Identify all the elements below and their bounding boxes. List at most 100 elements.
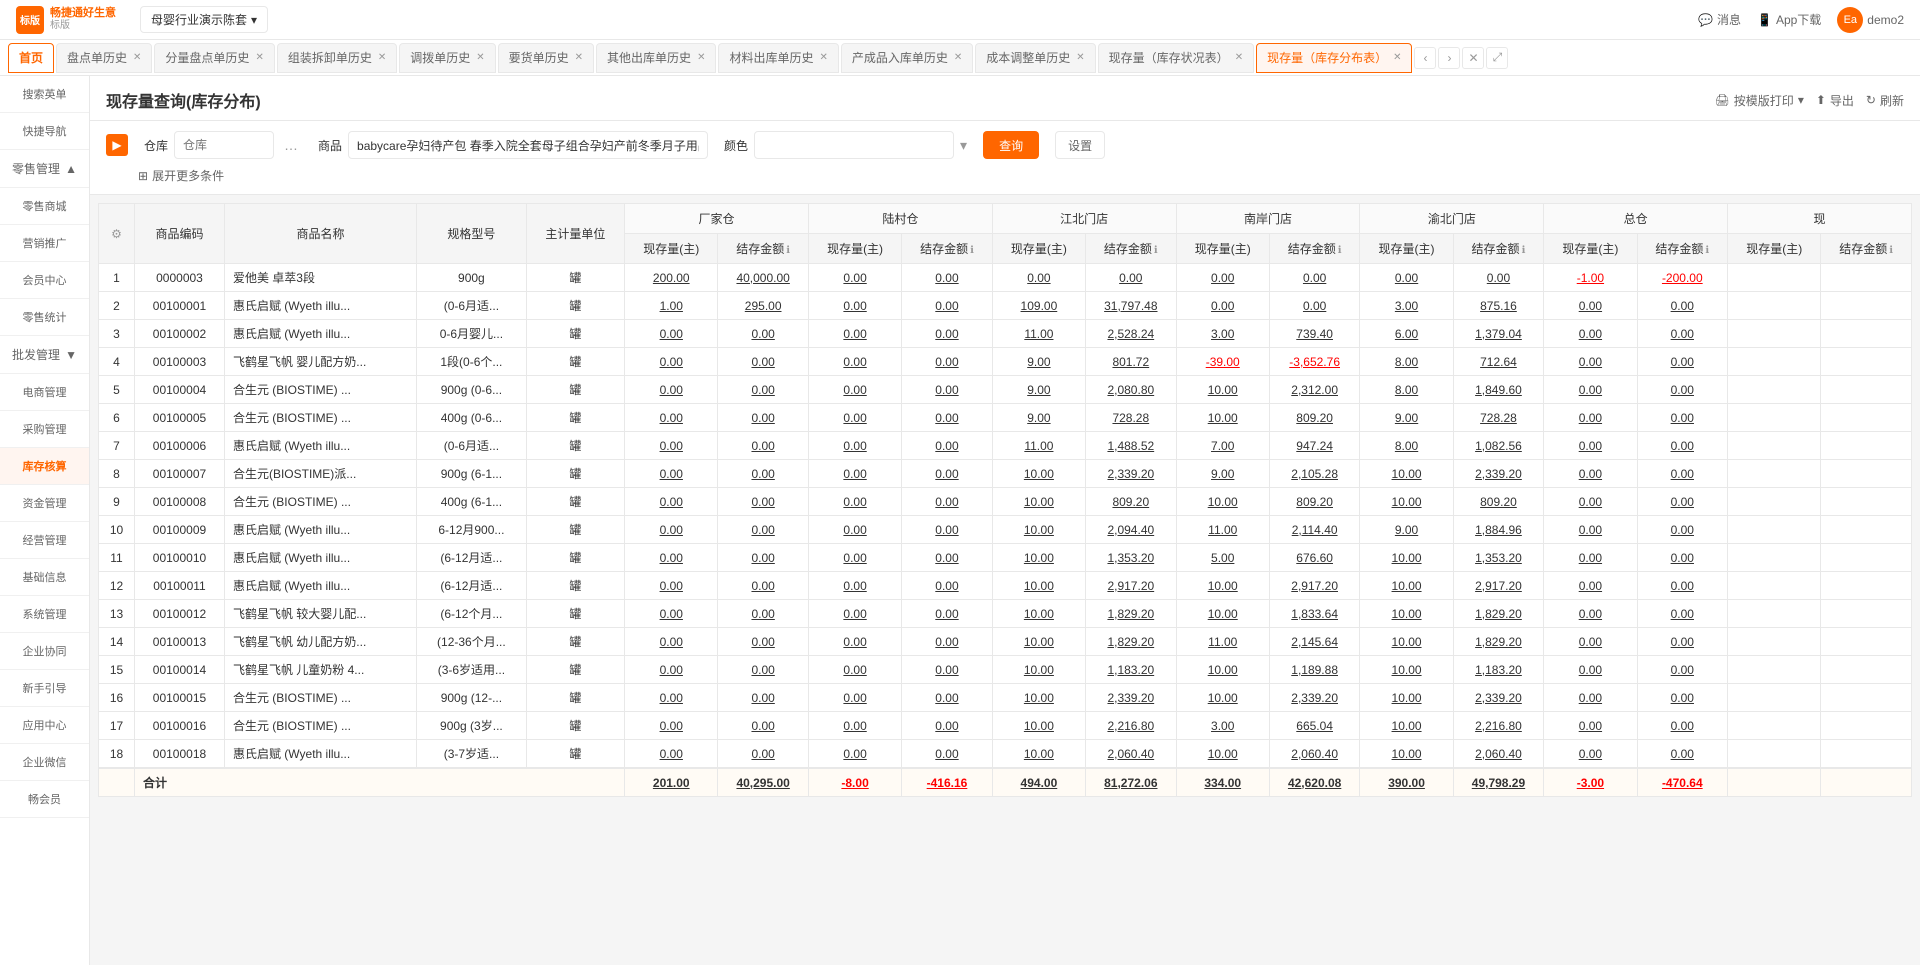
cell-qty-3[interactable]: 10.00 bbox=[1176, 488, 1269, 516]
cell-qty-0[interactable]: 0.00 bbox=[625, 404, 718, 432]
sidebar-item-inventory[interactable]: 库存核算 bbox=[0, 448, 89, 485]
settings-button[interactable]: 设置 bbox=[1055, 131, 1105, 159]
cell-qty-5[interactable]: 0.00 bbox=[1544, 628, 1637, 656]
collapse-btn[interactable]: ▶ bbox=[106, 134, 128, 156]
cell-qty-0[interactable]: 0.00 bbox=[625, 712, 718, 740]
cell-qty-4[interactable]: 10.00 bbox=[1360, 544, 1453, 572]
cell-qty-extra[interactable] bbox=[1728, 292, 1821, 320]
cell-qty-5[interactable]: 0.00 bbox=[1544, 544, 1637, 572]
tab-close-icon[interactable]: ✕ bbox=[819, 52, 827, 63]
cell-qty-3[interactable]: 10.00 bbox=[1176, 376, 1269, 404]
cell-qty-5[interactable]: 0.00 bbox=[1544, 712, 1637, 740]
cell-qty-0[interactable]: 0.00 bbox=[625, 376, 718, 404]
tab-inventory-count[interactable]: 盘点单历史 ✕ bbox=[56, 43, 152, 73]
cell-qty-extra[interactable] bbox=[1728, 572, 1821, 600]
cell-qty-3[interactable]: 11.00 bbox=[1176, 628, 1269, 656]
tab-transfer[interactable]: 调拨单历史 ✕ bbox=[399, 43, 495, 73]
sidebar-item-app-center[interactable]: 应用中心 bbox=[0, 707, 89, 744]
message-btn[interactable]: 💬 消息 bbox=[1698, 11, 1741, 28]
cell-qty-extra[interactable] bbox=[1728, 712, 1821, 740]
tab-material-out[interactable]: 材料出库单历史 ✕ bbox=[718, 43, 838, 73]
tab-order[interactable]: 要货单历史 ✕ bbox=[498, 43, 594, 73]
cell-qty-4[interactable]: 0.00 bbox=[1360, 264, 1453, 292]
cell-qty-1[interactable]: 0.00 bbox=[808, 684, 901, 712]
cell-qty-3[interactable]: 10.00 bbox=[1176, 600, 1269, 628]
info-icon[interactable]: ℹ bbox=[1705, 245, 1709, 256]
cell-qty-3[interactable]: 10.00 bbox=[1176, 740, 1269, 769]
tab-cost-adjust[interactable]: 成本调整单历史 ✕ bbox=[975, 43, 1095, 73]
cell-qty-0[interactable]: 1.00 bbox=[625, 292, 718, 320]
cell-qty-4[interactable]: 10.00 bbox=[1360, 572, 1453, 600]
cell-qty-1[interactable]: 0.00 bbox=[808, 264, 901, 292]
cell-qty-2[interactable]: 9.00 bbox=[992, 404, 1085, 432]
cell-qty-3[interactable]: 0.00 bbox=[1176, 264, 1269, 292]
cell-qty-4[interactable]: 6.00 bbox=[1360, 320, 1453, 348]
tab-assemble[interactable]: 组装拆卸单历史 ✕ bbox=[277, 43, 397, 73]
info-icon[interactable]: ℹ bbox=[970, 245, 974, 256]
info-icon[interactable]: ℹ bbox=[1154, 245, 1158, 256]
sidebar-item-ecommerce[interactable]: 电商管理 bbox=[0, 374, 89, 411]
cell-qty-extra[interactable] bbox=[1728, 264, 1821, 292]
cell-qty-1[interactable]: 0.00 bbox=[808, 320, 901, 348]
sidebar-item-basic-info[interactable]: 基础信息 bbox=[0, 559, 89, 596]
cell-qty-extra[interactable] bbox=[1728, 460, 1821, 488]
cell-qty-5[interactable]: -1.00 bbox=[1544, 264, 1637, 292]
cell-qty-1[interactable]: 0.00 bbox=[808, 600, 901, 628]
info-icon[interactable]: ℹ bbox=[1338, 245, 1342, 256]
warehouse-ellipsis[interactable]: … bbox=[284, 137, 298, 153]
cell-qty-extra[interactable] bbox=[1728, 348, 1821, 376]
cell-qty-0[interactable]: 0.00 bbox=[625, 684, 718, 712]
tab-close-icon[interactable]: ✕ bbox=[1235, 52, 1243, 63]
cell-qty-1[interactable]: 0.00 bbox=[808, 516, 901, 544]
cell-qty-2[interactable]: 10.00 bbox=[992, 656, 1085, 684]
cell-qty-3[interactable]: 10.00 bbox=[1176, 684, 1269, 712]
cell-qty-0[interactable]: 0.00 bbox=[625, 572, 718, 600]
cell-qty-1[interactable]: 0.00 bbox=[808, 404, 901, 432]
cell-qty-5[interactable]: 0.00 bbox=[1544, 460, 1637, 488]
cell-qty-4[interactable]: 10.00 bbox=[1360, 460, 1453, 488]
cell-qty-4[interactable]: 8.00 bbox=[1360, 348, 1453, 376]
cell-qty-2[interactable]: 10.00 bbox=[992, 572, 1085, 600]
user-area[interactable]: Ea demo2 bbox=[1837, 7, 1904, 33]
sidebar-item-retail-stats[interactable]: 零售统计 bbox=[0, 299, 89, 336]
cell-qty-0[interactable]: 0.00 bbox=[625, 600, 718, 628]
cell-qty-2[interactable]: 10.00 bbox=[992, 600, 1085, 628]
tab-other-out[interactable]: 其他出库单历史 ✕ bbox=[596, 43, 716, 73]
cell-qty-2[interactable]: 11.00 bbox=[992, 432, 1085, 460]
sidebar-item-system[interactable]: 系统管理 bbox=[0, 596, 89, 633]
cell-qty-2[interactable]: 10.00 bbox=[992, 712, 1085, 740]
cell-qty-extra[interactable] bbox=[1728, 516, 1821, 544]
cell-qty-1[interactable]: 0.00 bbox=[808, 712, 901, 740]
sidebar-item-marketing[interactable]: 营销推广 bbox=[0, 225, 89, 262]
sidebar-item-search[interactable]: 搜索英单 bbox=[0, 76, 89, 113]
info-icon[interactable]: ℹ bbox=[786, 245, 790, 256]
cell-qty-0[interactable]: 0.00 bbox=[625, 656, 718, 684]
cell-qty-2[interactable]: 10.00 bbox=[992, 516, 1085, 544]
cell-qty-5[interactable]: 0.00 bbox=[1544, 684, 1637, 712]
gear-icon[interactable]: ⚙ bbox=[111, 227, 122, 241]
tab-stock-status[interactable]: 现存量（库存状况表） ✕ bbox=[1098, 43, 1254, 73]
cell-qty-1[interactable]: 0.00 bbox=[808, 432, 901, 460]
sidebar-item-retail[interactable]: 零售管理 ▲ bbox=[0, 150, 89, 188]
cell-qty-extra[interactable] bbox=[1728, 432, 1821, 460]
sidebar-item-operations[interactable]: 经营管理 bbox=[0, 522, 89, 559]
tab-close-icon[interactable]: ✕ bbox=[378, 52, 386, 63]
tab-close-icon[interactable]: ✕ bbox=[133, 52, 141, 63]
tab-prev-btn[interactable]: ‹ bbox=[1414, 47, 1436, 69]
sidebar-item-nav[interactable]: 快捷导航 bbox=[0, 113, 89, 150]
cell-qty-3[interactable]: 5.00 bbox=[1176, 544, 1269, 572]
print-btn[interactable]: 🖨 按模版打印 ▾ bbox=[1715, 92, 1804, 109]
goods-input[interactable] bbox=[348, 131, 708, 159]
tab-product-in[interactable]: 产成品入库单历史 ✕ bbox=[841, 43, 973, 73]
cell-qty-2[interactable]: 10.00 bbox=[992, 628, 1085, 656]
cell-qty-5[interactable]: 0.00 bbox=[1544, 488, 1637, 516]
cell-qty-3[interactable]: 10.00 bbox=[1176, 656, 1269, 684]
sidebar-item-vip[interactable]: 畅会员 bbox=[0, 781, 89, 818]
cell-qty-2[interactable]: 10.00 bbox=[992, 740, 1085, 769]
cell-qty-4[interactable]: 9.00 bbox=[1360, 404, 1453, 432]
cell-qty-0[interactable]: 0.00 bbox=[625, 348, 718, 376]
cell-qty-2[interactable]: 0.00 bbox=[992, 264, 1085, 292]
cell-qty-4[interactable]: 10.00 bbox=[1360, 712, 1453, 740]
store-selector[interactable]: 母婴行业演示陈套 ▾ bbox=[140, 6, 268, 33]
cell-qty-0[interactable]: 0.00 bbox=[625, 740, 718, 769]
